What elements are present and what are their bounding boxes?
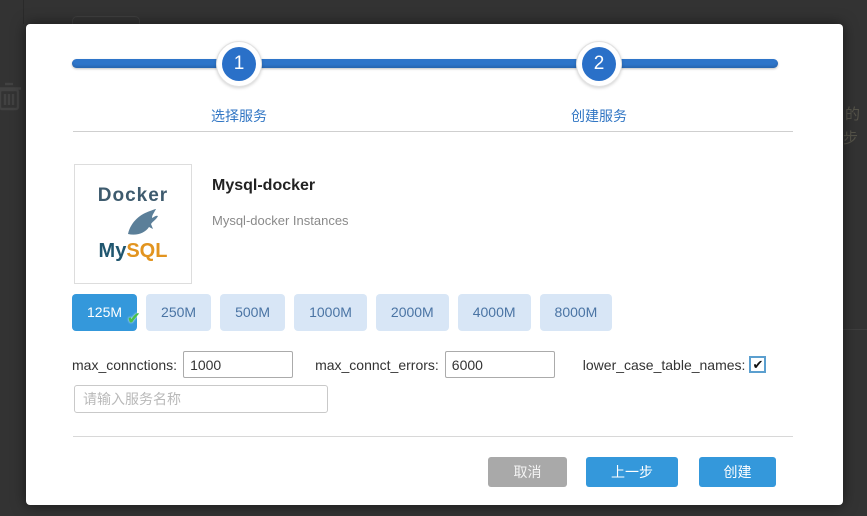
step-1-number: 1 [222,47,256,81]
memory-option-500m[interactable]: 500M [220,294,286,331]
step-2-number: 2 [582,47,616,81]
create-service-dialog: 1 2 选择服务 创建服务 Docker MySQL Mysql-docker … [26,24,843,505]
create-button[interactable]: 创建 [699,457,776,487]
lower-case-table-names-label: lower_case_table_names: [582,356,746,373]
memory-option-250m[interactable]: 250M [146,294,212,331]
service-name-input[interactable] [74,385,328,413]
previous-step-button[interactable]: 上一步 [586,457,678,487]
max-connections-label: max_connctions: [72,356,178,373]
background-divider [23,0,24,24]
step-2-indicator: 2 [576,41,622,87]
background-text-fragment: 的 [845,106,861,123]
step-2-label: 创建服务 [571,108,627,124]
header-divider [73,131,793,132]
step-1-indicator: 1 [216,41,262,87]
mysql-logo-my: My [98,240,127,262]
service-title: Mysql-docker [212,177,316,194]
wizard-progress-bar [72,59,778,68]
memory-option-2000m[interactable]: 2000M [375,294,449,331]
background-divider [843,329,867,330]
memory-option-8000m[interactable]: 8000M [539,294,613,331]
mysql-logo-sql: SQL [126,240,168,262]
lower-case-table-names-checkbox[interactable]: ✔ [749,356,767,373]
max-connections-input[interactable] [183,351,294,378]
parameters-row: max_connctions: max_connct_errors: lower… [72,351,767,378]
docker-logo-text: Docker [97,185,169,206]
memory-option-4000m[interactable]: 4000M [457,294,531,331]
memory-option-1000m[interactable]: 1000M [294,294,367,331]
mysql-dolphin-icon [125,209,159,242]
cancel-button[interactable]: 取消 [488,457,567,487]
service-subtitle: Mysql-docker Instances [212,213,349,228]
memory-options: 125M ✔ 250M 500M 1000M 2000M 4000M 8000M [72,294,613,331]
selected-check-icon: ✔ [126,309,142,328]
trash-icon [0,82,22,117]
memory-option-125m[interactable]: 125M ✔ [72,294,141,331]
service-logo: Docker MySQL [74,164,192,284]
background-text-fragment: 步 [843,130,859,147]
step-1-label: 选择服务 [211,108,267,124]
footer-divider [73,436,793,437]
max-connect-errors-input[interactable] [444,351,555,378]
mysql-logo-text: MySQL [99,240,168,263]
max-connect-errors-label: max_connct_errors: [315,356,439,373]
